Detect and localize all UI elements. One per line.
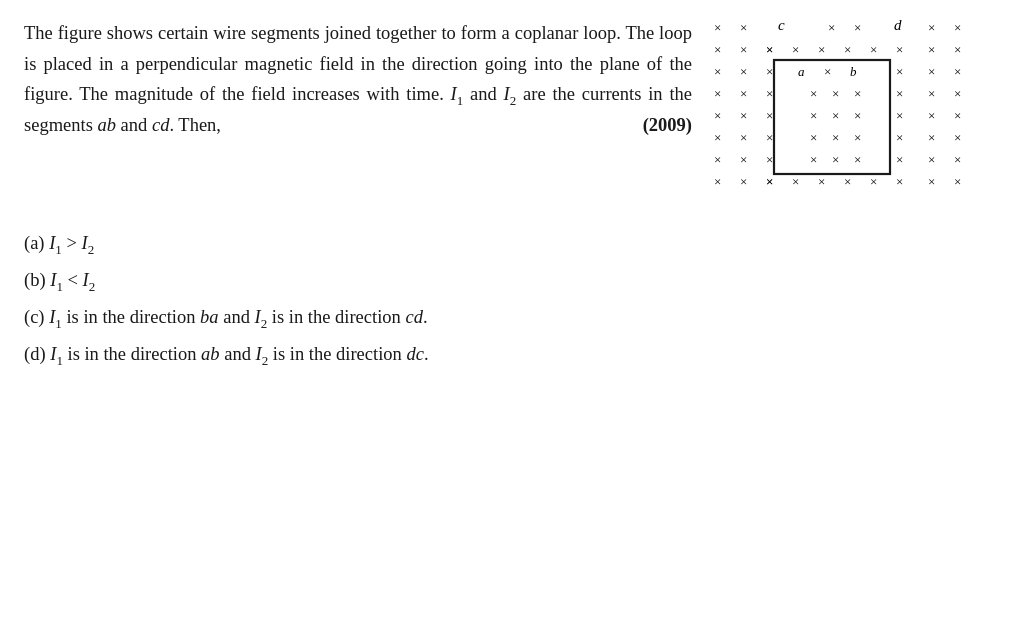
field-diagram: × × × × × × c d × × × ×: [710, 18, 982, 218]
svg-text:×: ×: [896, 64, 903, 79]
svg-text:×: ×: [928, 42, 935, 57]
svg-text:×: ×: [928, 86, 935, 101]
svg-text:×: ×: [896, 152, 903, 167]
svg-text:×: ×: [854, 20, 861, 35]
svg-text:×: ×: [714, 108, 721, 123]
svg-text:×: ×: [740, 20, 747, 35]
svg-text:×: ×: [810, 86, 817, 101]
svg-text:×: ×: [954, 130, 961, 145]
svg-text:×: ×: [766, 86, 773, 101]
svg-text:×: ×: [954, 64, 961, 79]
option-c: (c) I1 is in the direction ba and I2 is …: [24, 300, 1000, 335]
svg-text:×: ×: [928, 152, 935, 167]
page-content: The figure shows certain wire segments j…: [24, 18, 1000, 375]
svg-text:×: ×: [828, 20, 835, 35]
svg-text:×: ×: [740, 152, 747, 167]
svg-text:×: ×: [740, 174, 747, 189]
svg-text:×: ×: [854, 108, 861, 123]
option-b-label: (b): [24, 270, 50, 290]
svg-text:×: ×: [954, 108, 961, 123]
svg-text:×: ×: [844, 42, 851, 57]
svg-text:×: ×: [928, 130, 935, 145]
svg-text:×: ×: [896, 108, 903, 123]
svg-text:×: ×: [870, 174, 877, 189]
svg-text:×: ×: [928, 108, 935, 123]
svg-text:×: ×: [854, 86, 861, 101]
svg-text:×: ×: [714, 130, 721, 145]
svg-text:×: ×: [896, 42, 903, 57]
figure-area: × × × × × × c d × × × ×: [710, 18, 1000, 218]
svg-text:×: ×: [740, 108, 747, 123]
svg-text:×: ×: [810, 108, 817, 123]
question-block: The figure shows certain wire segments j…: [24, 18, 1000, 218]
svg-text:×: ×: [792, 42, 799, 57]
svg-text:×: ×: [854, 152, 861, 167]
svg-text:a: a: [798, 64, 805, 79]
option-c-label: (c): [24, 307, 49, 327]
svg-text:×: ×: [810, 130, 817, 145]
svg-text:×: ×: [854, 130, 861, 145]
svg-text:×: ×: [766, 174, 773, 189]
svg-text:×: ×: [810, 152, 817, 167]
svg-text:×: ×: [766, 42, 773, 57]
options-block: (a) I1 > I2 (b) I1 < I2 (c) I1 is in the…: [24, 226, 1000, 373]
svg-text:×: ×: [714, 42, 721, 57]
svg-text:×: ×: [740, 130, 747, 145]
svg-text:×: ×: [928, 64, 935, 79]
svg-text:×: ×: [928, 20, 935, 35]
svg-text:×: ×: [832, 86, 839, 101]
svg-text:×: ×: [714, 64, 721, 79]
svg-text:×: ×: [766, 108, 773, 123]
svg-text:×: ×: [954, 152, 961, 167]
question-text: The figure shows certain wire segments j…: [24, 18, 692, 218]
svg-text:b: b: [850, 64, 857, 79]
option-b: (b) I1 < I2: [24, 263, 1000, 298]
option-a-label: (a): [24, 233, 49, 253]
year-tag: (2009): [643, 110, 692, 141]
svg-text:×: ×: [832, 152, 839, 167]
svg-text:×: ×: [740, 64, 747, 79]
svg-text:×: ×: [818, 174, 825, 189]
option-d: (d) I1 is in the direction ab and I2 is …: [24, 337, 1000, 372]
svg-text:×: ×: [740, 86, 747, 101]
svg-text:×: ×: [870, 42, 877, 57]
svg-text:d: d: [894, 18, 902, 33]
svg-text:×: ×: [766, 152, 773, 167]
svg-text:×: ×: [714, 86, 721, 101]
field-grid: × × × × × × c d × × × ×: [710, 18, 982, 218]
option-d-label: (d): [24, 344, 50, 364]
svg-text:×: ×: [792, 174, 799, 189]
svg-text:×: ×: [954, 20, 961, 35]
svg-text:c: c: [778, 18, 785, 33]
svg-text:×: ×: [714, 20, 721, 35]
svg-text:×: ×: [818, 42, 825, 57]
svg-text:×: ×: [896, 174, 903, 189]
svg-text:×: ×: [714, 174, 721, 189]
svg-text:×: ×: [954, 86, 961, 101]
svg-text:×: ×: [896, 130, 903, 145]
svg-text:×: ×: [832, 130, 839, 145]
svg-text:×: ×: [766, 64, 773, 79]
option-a: (a) I1 > I2: [24, 226, 1000, 261]
svg-text:×: ×: [844, 174, 851, 189]
svg-text:×: ×: [954, 174, 961, 189]
svg-text:×: ×: [928, 174, 935, 189]
svg-text:×: ×: [832, 108, 839, 123]
svg-text:×: ×: [824, 64, 831, 79]
svg-text:×: ×: [714, 152, 721, 167]
svg-text:×: ×: [740, 42, 747, 57]
svg-text:×: ×: [896, 86, 903, 101]
svg-text:×: ×: [954, 42, 961, 57]
svg-text:×: ×: [766, 130, 773, 145]
